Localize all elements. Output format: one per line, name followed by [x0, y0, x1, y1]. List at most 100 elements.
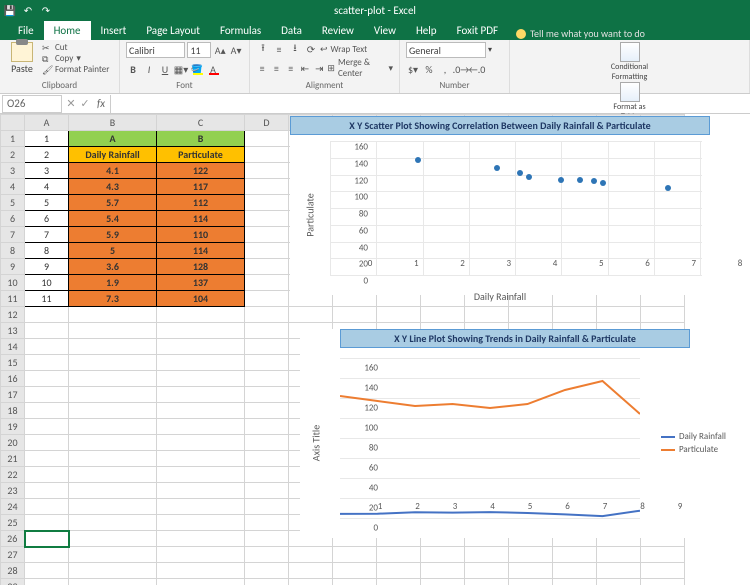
tab-foxit[interactable]: Foxit PDF [447, 21, 508, 40]
tab-file[interactable]: File [8, 21, 44, 40]
cell-A12[interactable] [25, 307, 69, 323]
cell-B18[interactable] [69, 403, 157, 419]
fx-icon[interactable]: fx [92, 97, 110, 110]
cell-C6[interactable]: 114 [157, 211, 245, 227]
row-header-29[interactable]: 29 [1, 579, 25, 585]
cell-B19[interactable] [69, 419, 157, 435]
cell-D4[interactable] [245, 179, 289, 195]
format-painter-button[interactable]: 🖌Format Painter [42, 64, 109, 75]
cell-A6[interactable]: 6 [25, 211, 69, 227]
cell-B23[interactable] [69, 483, 157, 499]
cell-F29[interactable] [333, 579, 377, 585]
cell-F12[interactable] [333, 307, 377, 323]
cell-A14[interactable] [25, 339, 69, 355]
row-header-2[interactable]: 2 [1, 147, 25, 163]
cell-C20[interactable] [157, 435, 245, 451]
tab-insert[interactable]: Insert [91, 21, 137, 40]
cell-D27[interactable] [245, 547, 289, 563]
cell-A8[interactable]: 8 [25, 243, 69, 259]
row-header-17[interactable]: 17 [1, 387, 25, 403]
cell-D18[interactable] [245, 403, 289, 419]
cell-D1[interactable] [245, 131, 289, 147]
cell-L12[interactable] [597, 307, 641, 323]
cell-C19[interactable] [157, 419, 245, 435]
cell-C3[interactable]: 122 [157, 163, 245, 179]
cell-C29[interactable] [157, 579, 245, 585]
cell-D10[interactable] [245, 275, 289, 291]
select-all-corner[interactable] [1, 115, 25, 131]
cell-C26[interactable] [157, 531, 245, 547]
tab-data[interactable]: Data [271, 21, 312, 40]
cell-B11[interactable]: 7.3 [69, 291, 157, 307]
fill-color-button[interactable]: 🪣 [190, 62, 204, 76]
scatter-chart[interactable]: X Y Scatter Plot Showing Correlation Bet… [290, 116, 710, 295]
cell-I28[interactable] [465, 563, 509, 579]
cell-A26[interactable] [25, 531, 69, 547]
cell-A28[interactable] [25, 563, 69, 579]
cell-B28[interactable] [69, 563, 157, 579]
increase-decimal-icon[interactable]: .0→ [454, 62, 468, 76]
align-middle-icon[interactable]: ≡ [272, 42, 286, 56]
cell-B1[interactable]: A [69, 131, 157, 147]
tab-home[interactable]: Home [44, 21, 91, 40]
cell-C16[interactable] [157, 371, 245, 387]
cell-B14[interactable] [69, 339, 157, 355]
cell-B16[interactable] [69, 371, 157, 387]
cell-B15[interactable] [69, 355, 157, 371]
underline-button[interactable]: U [158, 62, 172, 76]
cell-K12[interactable] [553, 307, 597, 323]
row-header-16[interactable]: 16 [1, 371, 25, 387]
cell-M29[interactable] [641, 579, 685, 585]
cell-D15[interactable] [245, 355, 289, 371]
cell-D2[interactable] [245, 147, 289, 163]
row-header-6[interactable]: 6 [1, 211, 25, 227]
cell-E29[interactable] [289, 579, 333, 585]
cell-D11[interactable] [245, 291, 289, 307]
tab-review[interactable]: Review [312, 21, 364, 40]
increase-indent-icon[interactable]: ⇥ [313, 61, 325, 75]
cell-B29[interactable] [69, 579, 157, 585]
cell-J29[interactable] [509, 579, 553, 585]
row-header-8[interactable]: 8 [1, 243, 25, 259]
cell-C4[interactable]: 117 [157, 179, 245, 195]
align-bottom-icon[interactable]: ⭳ [288, 42, 302, 56]
formula-input[interactable] [110, 95, 750, 113]
row-header-27[interactable]: 27 [1, 547, 25, 563]
row-header-9[interactable]: 9 [1, 259, 25, 275]
cell-B20[interactable] [69, 435, 157, 451]
cell-B17[interactable] [69, 387, 157, 403]
cell-I27[interactable] [465, 547, 509, 563]
number-format-combo[interactable]: General [406, 42, 486, 58]
cell-D6[interactable] [245, 211, 289, 227]
cell-B27[interactable] [69, 547, 157, 563]
cell-A10[interactable]: 10 [25, 275, 69, 291]
cell-D25[interactable] [245, 515, 289, 531]
redo-icon[interactable]: ↷ [40, 4, 52, 16]
cell-C17[interactable] [157, 387, 245, 403]
column-header-D[interactable]: D [245, 115, 289, 131]
row-header-13[interactable]: 13 [1, 323, 25, 339]
cell-C22[interactable] [157, 467, 245, 483]
cell-D23[interactable] [245, 483, 289, 499]
row-header-5[interactable]: 5 [1, 195, 25, 211]
row-header-20[interactable]: 20 [1, 435, 25, 451]
cell-M12[interactable] [641, 307, 685, 323]
cell-H29[interactable] [421, 579, 465, 585]
bold-button[interactable]: B [126, 62, 140, 76]
cut-button[interactable]: ✂Cut [42, 42, 109, 53]
cell-A9[interactable]: 9 [25, 259, 69, 275]
cell-A27[interactable] [25, 547, 69, 563]
cell-L29[interactable] [597, 579, 641, 585]
cell-C5[interactable]: 112 [157, 195, 245, 211]
cell-L27[interactable] [597, 547, 641, 563]
decrease-decimal-icon[interactable]: ←.0 [470, 62, 484, 76]
undo-icon[interactable]: ↶ [22, 4, 34, 16]
orientation-icon[interactable]: ⟳ [304, 42, 318, 56]
cell-C23[interactable] [157, 483, 245, 499]
worksheet-area[interactable]: ABCDEFGHIJKLM11AB22Daily RainfallParticu… [0, 114, 750, 585]
cell-F28[interactable] [333, 563, 377, 579]
cell-B8[interactable]: 5 [69, 243, 157, 259]
align-right-icon[interactable]: ≡ [285, 61, 297, 75]
font-color-button[interactable]: A [206, 62, 220, 76]
cell-G12[interactable] [377, 307, 421, 323]
